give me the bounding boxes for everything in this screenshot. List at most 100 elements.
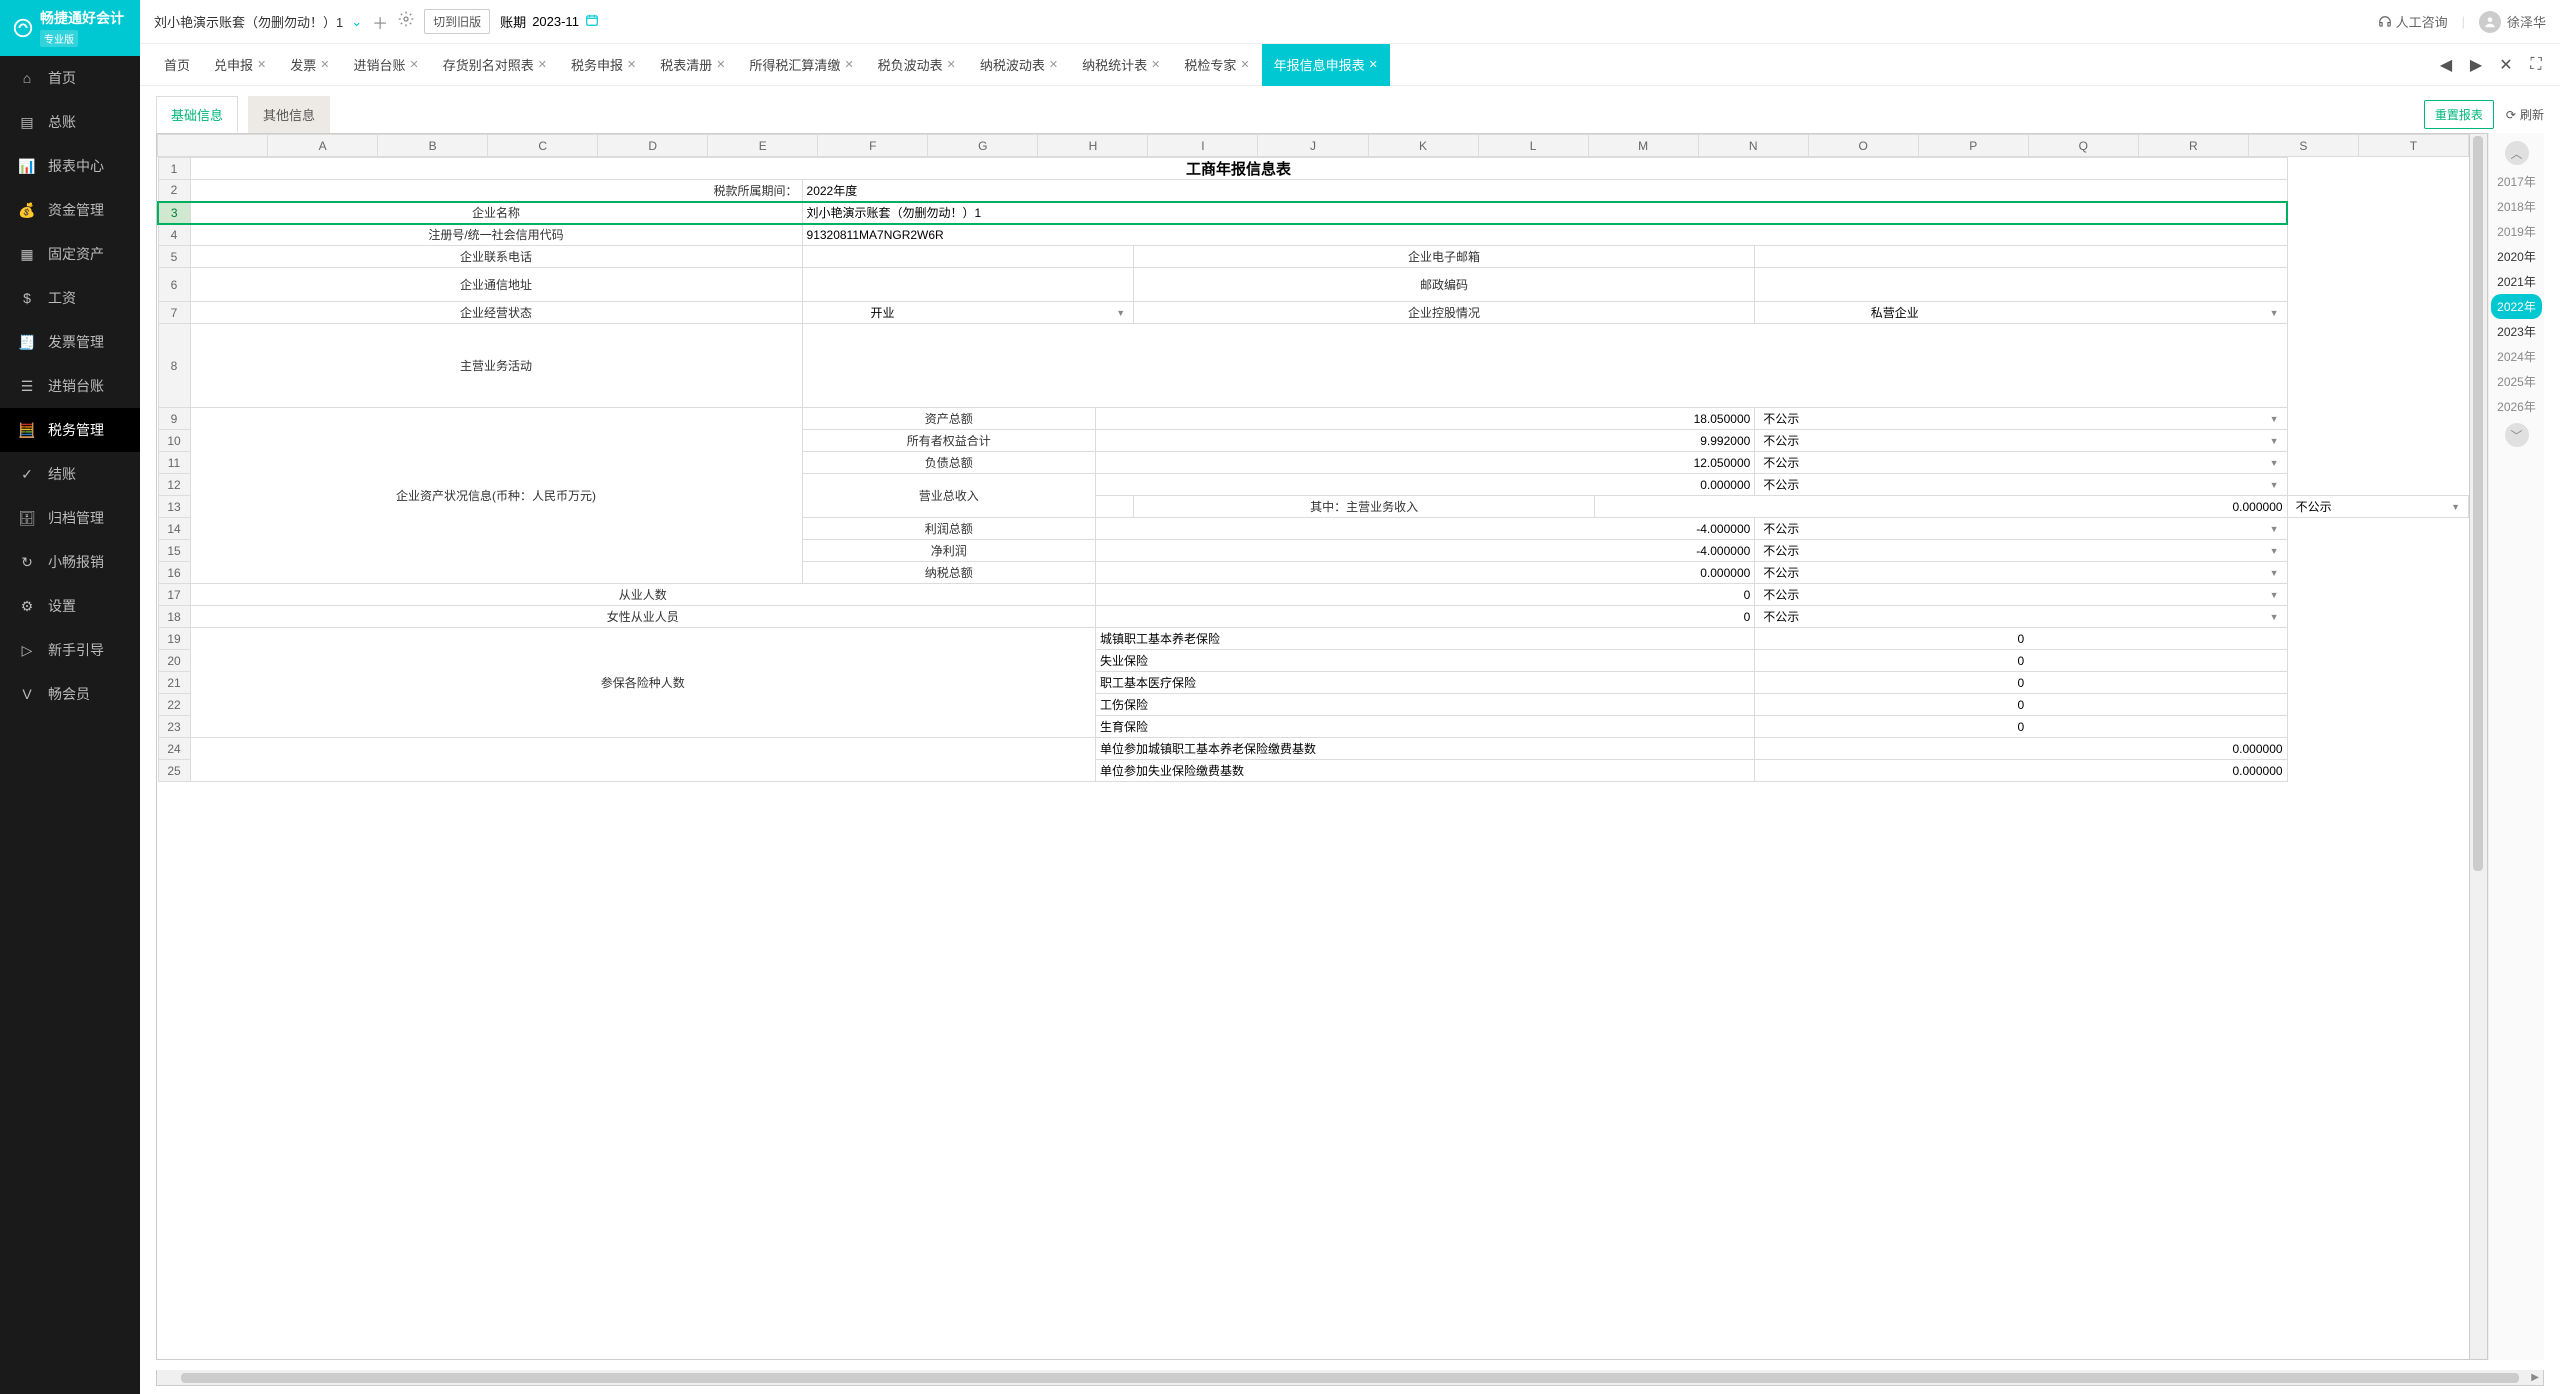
col-header-R[interactable]: R — [2138, 135, 2248, 157]
publish-dropdown[interactable]: 不公示▼ — [1755, 562, 2287, 584]
switch-old-button[interactable]: 切到旧版 — [424, 9, 490, 34]
dropdown-arrow-icon[interactable]: ▼ — [2270, 612, 2279, 622]
col-header-E[interactable]: E — [708, 135, 818, 157]
close-icon[interactable]: ✕ — [538, 58, 547, 71]
year-2023年[interactable]: 2023年 — [2491, 319, 2542, 344]
sidebar-item-guide[interactable]: ▷新手引导 — [0, 628, 140, 672]
row-header-11[interactable]: 11 — [158, 452, 190, 474]
sidebar-item-salary[interactable]: $工资 — [0, 276, 140, 320]
fullscreen-icon[interactable]: ⛶ — [2524, 53, 2548, 77]
row-header-17[interactable]: 17 — [158, 584, 190, 606]
dropdown-arrow-icon[interactable]: ▼ — [2451, 502, 2460, 512]
sidebar-item-tax[interactable]: 🧮税务管理 — [0, 408, 140, 452]
tab-存货别名对照表[interactable]: 存货别名对照表✕ — [431, 44, 559, 86]
tab-税务申报[interactable]: 税务申报✕ — [559, 44, 648, 86]
tab-close-button[interactable]: ✕ — [2494, 53, 2518, 77]
row-header-9[interactable]: 9 — [158, 408, 190, 430]
col-header-Q[interactable]: Q — [2028, 135, 2138, 157]
row-header-7[interactable]: 7 — [158, 302, 190, 324]
subtab-other[interactable]: 其他信息 — [248, 96, 330, 133]
consult-link[interactable]: 人工咨询 — [2378, 12, 2448, 31]
publish-dropdown[interactable]: 不公示▼ — [1755, 430, 2287, 452]
row-header-24[interactable]: 24 — [158, 738, 190, 760]
tab-税检专家[interactable]: 税检专家✕ — [1172, 44, 1261, 86]
vertical-scrollbar[interactable] — [2470, 133, 2488, 1360]
year-up-button[interactable]: ︿ — [2505, 141, 2529, 165]
year-2019年[interactable]: 2019年 — [2491, 219, 2542, 244]
sidebar-item-ledger[interactable]: ☰进销台账 — [0, 364, 140, 408]
publish-dropdown[interactable]: 不公示▼ — [1755, 474, 2287, 496]
add-icon[interactable]: ＋ — [372, 10, 388, 34]
row-header-16[interactable]: 16 — [158, 562, 190, 584]
company-name-cell[interactable]: 刘小艳演示账套（勿删勿动！）1 — [802, 202, 2287, 224]
year-2017年[interactable]: 2017年 — [2491, 169, 2542, 194]
col-header-M[interactable]: M — [1588, 135, 1698, 157]
dropdown-arrow-icon[interactable]: ▼ — [2270, 568, 2279, 578]
close-icon[interactable]: ✕ — [320, 58, 329, 71]
sidebar-item-cash[interactable]: 💰资金管理 — [0, 188, 140, 232]
user-menu[interactable]: 徐泽华 — [2479, 11, 2546, 33]
col-header-T[interactable]: T — [2358, 135, 2468, 157]
spreadsheet[interactable]: ABCDEFGHIJKLMNOPQRST 1工商年报信息表2税款所属期间：202… — [156, 133, 2470, 1360]
status-dropdown[interactable]: 开业▼ — [802, 302, 1134, 324]
reset-button[interactable]: 重置报表 — [2424, 100, 2494, 129]
dropdown-arrow-icon[interactable]: ▼ — [2270, 524, 2279, 534]
year-2025年[interactable]: 2025年 — [2491, 369, 2542, 394]
sidebar-item-chart[interactable]: 📊报表中心 — [0, 144, 140, 188]
year-2018年[interactable]: 2018年 — [2491, 194, 2542, 219]
col-header-B[interactable]: B — [378, 135, 488, 157]
close-icon[interactable]: ✕ — [844, 58, 853, 71]
year-2022年[interactable]: 2022年 — [2491, 294, 2542, 319]
tab-首页[interactable]: 首页 — [152, 44, 202, 86]
row-header-5[interactable]: 5 — [158, 246, 190, 268]
year-down-button[interactable]: ﹀ — [2505, 423, 2529, 447]
row-header-15[interactable]: 15 — [158, 540, 190, 562]
tab-发票[interactable]: 发票✕ — [278, 44, 341, 86]
tab-纳税波动表[interactable]: 纳税波动表✕ — [968, 44, 1070, 86]
tab-税负波动表[interactable]: 税负波动表✕ — [866, 44, 968, 86]
row-header-13[interactable]: 13 — [158, 496, 190, 518]
dropdown-arrow-icon[interactable]: ▼ — [1116, 308, 1125, 318]
publish-dropdown[interactable]: 不公示▼ — [1755, 518, 2287, 540]
row-header-8[interactable]: 8 — [158, 324, 190, 408]
row-header-21[interactable]: 21 — [158, 672, 190, 694]
sidebar-item-invoice[interactable]: 🧾发票管理 — [0, 320, 140, 364]
publish-dropdown[interactable]: 不公示▼ — [1755, 408, 2287, 430]
col-header-I[interactable]: I — [1148, 135, 1258, 157]
gear-icon[interactable] — [398, 11, 414, 32]
row-header-1[interactable]: 1 — [158, 158, 190, 180]
period-selector[interactable]: 账期 2023-11 — [500, 12, 599, 31]
tab-税表清册[interactable]: 税表清册✕ — [648, 44, 737, 86]
col-header-D[interactable]: D — [598, 135, 708, 157]
publish-dropdown[interactable]: 不公示▼ — [1755, 452, 2287, 474]
tab-所得税汇算清缴[interactable]: 所得税汇算清缴✕ — [737, 44, 865, 86]
row-header-6[interactable]: 6 — [158, 268, 190, 302]
close-icon[interactable]: ✕ — [627, 58, 636, 71]
tab-兑申报[interactable]: 兑申报✕ — [202, 44, 278, 86]
sidebar-item-home[interactable]: ⌂首页 — [0, 56, 140, 100]
tab-进销台账[interactable]: 进销台账✕ — [341, 44, 430, 86]
row-header-3[interactable]: 3 — [158, 202, 190, 224]
dropdown-arrow-icon[interactable]: ▼ — [2270, 590, 2279, 600]
tab-年报信息申报表[interactable]: 年报信息申报表✕ — [1262, 44, 1390, 86]
col-header-L[interactable]: L — [1478, 135, 1588, 157]
sidebar-item-close[interactable]: ✓结账 — [0, 452, 140, 496]
row-header-19[interactable]: 19 — [158, 628, 190, 650]
col-header-N[interactable]: N — [1698, 135, 1808, 157]
publish-dropdown[interactable]: 不公示▼ — [2287, 496, 2468, 518]
col-header-J[interactable]: J — [1258, 135, 1368, 157]
col-header-F[interactable]: F — [818, 135, 928, 157]
col-header-C[interactable]: C — [488, 135, 598, 157]
year-2021年[interactable]: 2021年 — [2491, 269, 2542, 294]
horizontal-scrollbar[interactable]: ▶ — [156, 1370, 2544, 1386]
col-header-H[interactable]: H — [1038, 135, 1148, 157]
year-2020年[interactable]: 2020年 — [2491, 244, 2542, 269]
refresh-button[interactable]: ⟳ 刷新 — [2506, 106, 2544, 123]
account-selector[interactable]: 刘小艳演示账套（勿删勿动！）1 ⌄ — [154, 12, 362, 31]
col-header-O[interactable]: O — [1808, 135, 1918, 157]
row-header-25[interactable]: 25 — [158, 760, 190, 782]
dropdown-arrow-icon[interactable]: ▼ — [2270, 458, 2279, 468]
sidebar-item-reimburse[interactable]: ↻小畅报销 — [0, 540, 140, 584]
sidebar-item-asset[interactable]: ▦固定资产 — [0, 232, 140, 276]
tab-next-button[interactable]: ▶ — [2464, 53, 2488, 77]
